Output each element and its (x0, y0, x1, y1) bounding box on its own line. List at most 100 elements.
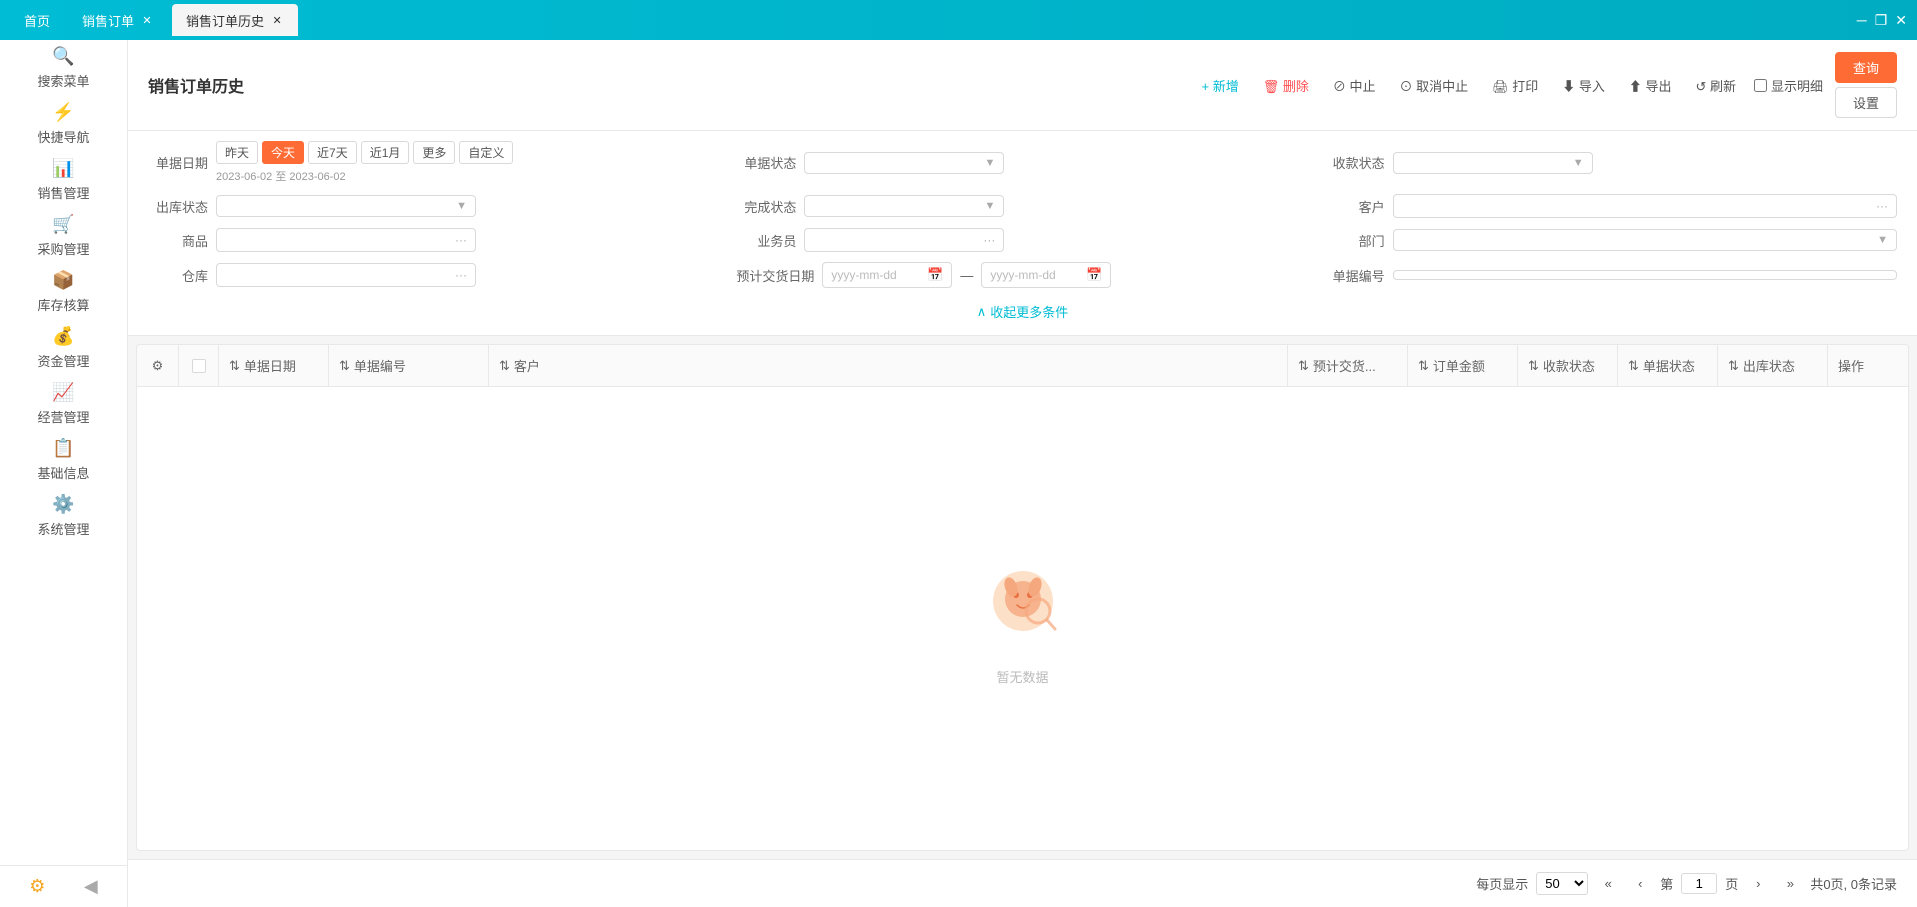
finance-mgmt-icon: 💰 (52, 326, 74, 347)
th-expected-delivery-sort-icon[interactable]: ⇅ (1298, 358, 1309, 374)
sidebar-item-purchase-mgmt[interactable]: 🛒 采购管理 (0, 208, 127, 264)
th-doc-number-sort-icon[interactable]: ⇅ (339, 358, 350, 374)
filter-department: 部门 ▼ (1325, 229, 1897, 251)
payment-status-select[interactable]: ▼ (1393, 152, 1593, 174)
date-1month-btn[interactable]: 近1月 (361, 141, 410, 164)
complete-status-control: ▼ (804, 195, 1308, 217)
doc-status-arrow-icon: ▼ (984, 157, 995, 169)
customer-label: 客户 (1325, 197, 1385, 216)
delivery-date-from-placeholder: yyyy-mm-dd (831, 268, 896, 282)
query-button[interactable]: 查询 (1835, 52, 1897, 83)
page-title: 销售订单历史 (148, 73, 244, 97)
salesperson-dots-icon[interactable]: ··· (983, 233, 995, 247)
calendar-to-icon: 📅 (1086, 267, 1102, 283)
date-7days-btn[interactable]: 近7天 (308, 141, 357, 164)
settings-col-icon: ⚙ (152, 358, 164, 374)
customer-dots-icon[interactable]: ··· (1876, 199, 1888, 213)
sidebar-settings-icon[interactable]: ⚙ (29, 876, 45, 897)
th-payment-status-sort-icon[interactable]: ⇅ (1528, 358, 1539, 374)
first-page-button[interactable]: « (1596, 872, 1620, 896)
cancel-stop-button[interactable]: ⊙ 取消中止 (1393, 72, 1474, 99)
refresh-button[interactable]: ↺ 刷新 (1689, 72, 1742, 99)
total-text: 共0页, 0条记录 (1810, 874, 1897, 893)
inventory-mgmt-icon: 📦 (52, 270, 74, 291)
close-icon[interactable]: ✕ (1895, 12, 1907, 29)
collapse-up-icon: ∧ (977, 304, 987, 320)
doc-status-control: ▼ (804, 152, 1308, 174)
warehouse-input[interactable]: ··· (216, 263, 476, 287)
delivery-status-select[interactable]: ▼ (216, 195, 476, 217)
th-checkbox[interactable] (179, 345, 219, 386)
stop-button[interactable]: ⊘ 中止 (1327, 72, 1382, 99)
th-doc-date: ⇅ 单据日期 (219, 345, 329, 386)
export-button[interactable]: ⬆ 导出 (1623, 72, 1678, 99)
th-doc-number-label: 单据编号 (354, 356, 406, 375)
table-container: ⚙ ⇅ 单据日期 ⇅ 单据编号 ⇅ 客户 ⇅ (136, 344, 1909, 851)
doc-number-input[interactable] (1393, 270, 1897, 280)
sidebar-item-quick-nav[interactable]: ⚡ 快捷导航 (0, 96, 127, 152)
filter-customer: 客户 ··· (1325, 194, 1897, 218)
th-settings[interactable]: ⚙ (137, 345, 179, 386)
empty-text: 暂无数据 (996, 667, 1048, 686)
collapse-bar[interactable]: ∧ 收起更多条件 (148, 298, 1897, 325)
complete-status-select[interactable]: ▼ (804, 195, 1004, 217)
sidebar-item-system-mgmt[interactable]: ⚙️ 系统管理 (0, 488, 127, 544)
salesperson-input[interactable]: ··· (804, 228, 1004, 252)
sidebar-item-operations-mgmt[interactable]: 📈 经营管理 (0, 376, 127, 432)
display-toggle-checkbox[interactable] (1754, 79, 1767, 92)
doc-status-select[interactable]: ▼ (804, 152, 1004, 174)
sidebar-item-finance-mgmt[interactable]: 💰 资金管理 (0, 320, 127, 376)
prev-page-button[interactable]: ‹ (1628, 872, 1652, 896)
print-button[interactable]: 🖨 打印 (1486, 72, 1544, 99)
th-delivery-status-sort-icon[interactable]: ⇅ (1728, 358, 1739, 374)
page-title-row: 销售订单历史 + 新增 🗑 删除 ⊘ 中止 ⊙ 取消中止 🖨 打印 ⬇ 导入 ⬆… (148, 52, 1897, 118)
th-doc-date-sort-icon[interactable]: ⇅ (229, 358, 240, 374)
quick-nav-icon: ⚡ (52, 102, 74, 123)
tab-sales-order[interactable]: 销售订单 ✕ (68, 4, 168, 36)
page-size-select[interactable]: 50 10 20 100 (1536, 872, 1588, 895)
warehouse-dots-icon[interactable]: ··· (455, 268, 467, 282)
department-select[interactable]: ▼ (1393, 229, 1897, 251)
sidebar-bottom: ⚙ ◀ (0, 865, 127, 907)
goods-input[interactable]: ··· (216, 228, 476, 252)
delivery-date-to[interactable]: yyyy-mm-dd 📅 (981, 262, 1111, 288)
tab-sales-order-history-close[interactable]: ✕ (270, 13, 284, 27)
new-button[interactable]: + 新增 (1195, 72, 1244, 99)
filter-payment-status: 收款状态 ▼ (1325, 152, 1897, 174)
filter-doc-number: 单据编号 (1325, 266, 1897, 285)
date-today-btn[interactable]: 今天 (262, 141, 304, 164)
tab-home[interactable]: 首页 (10, 4, 64, 36)
sidebar-item-inventory-mgmt[interactable]: 📦 库存核算 (0, 264, 127, 320)
customer-input[interactable]: ··· (1393, 194, 1897, 218)
tab-sales-order-close[interactable]: ✕ (140, 13, 154, 27)
date-more-btn[interactable]: 更多 (413, 141, 455, 164)
th-doc-number: ⇅ 单据编号 (329, 345, 489, 386)
tab-sales-order-history[interactable]: 销售订单历史 ✕ (172, 4, 298, 36)
next-page-button[interactable]: › (1746, 872, 1770, 896)
minimize-icon[interactable]: ─ (1857, 12, 1867, 28)
filter-goods: 商品 ··· (148, 228, 720, 252)
sidebar-item-sales-mgmt[interactable]: 📊 销售管理 (0, 152, 127, 208)
current-page-input[interactable]: 1 (1681, 873, 1717, 894)
delivery-status-control: ▼ (216, 195, 720, 217)
date-yesterday-btn[interactable]: 昨天 (216, 141, 258, 164)
th-doc-status-sort-icon[interactable]: ⇅ (1628, 358, 1639, 374)
th-customer-sort-icon[interactable]: ⇅ (499, 358, 510, 374)
th-delivery-status: ⇅ 出库状态 (1718, 345, 1828, 386)
delivery-date-from[interactable]: yyyy-mm-dd 📅 (822, 262, 952, 288)
header-checkbox[interactable] (192, 359, 206, 373)
complete-status-label: 完成状态 (736, 197, 796, 216)
delete-button[interactable]: 🗑 删除 (1257, 72, 1315, 99)
import-button[interactable]: ⬇ 导入 (1556, 72, 1611, 99)
settings-button[interactable]: 设置 (1835, 87, 1897, 118)
last-page-button[interactable]: » (1778, 872, 1802, 896)
sidebar-item-search-menu[interactable]: 🔍 搜索菜单 (0, 40, 127, 96)
date-custom-btn[interactable]: 自定义 (459, 141, 513, 164)
doc-status-label: 单据状态 (736, 153, 796, 172)
restore-icon[interactable]: ❐ (1875, 12, 1888, 29)
sidebar-collapse-icon[interactable]: ◀ (84, 876, 98, 897)
sidebar-item-basic-info[interactable]: 📋 基础信息 (0, 432, 127, 488)
main-layout: 🔍 搜索菜单 ⚡ 快捷导航 📊 销售管理 🛒 采购管理 📦 库存核算 💰 资金管… (0, 40, 1917, 907)
goods-dots-icon[interactable]: ··· (455, 233, 467, 247)
th-order-amount-sort-icon[interactable]: ⇅ (1418, 358, 1429, 374)
